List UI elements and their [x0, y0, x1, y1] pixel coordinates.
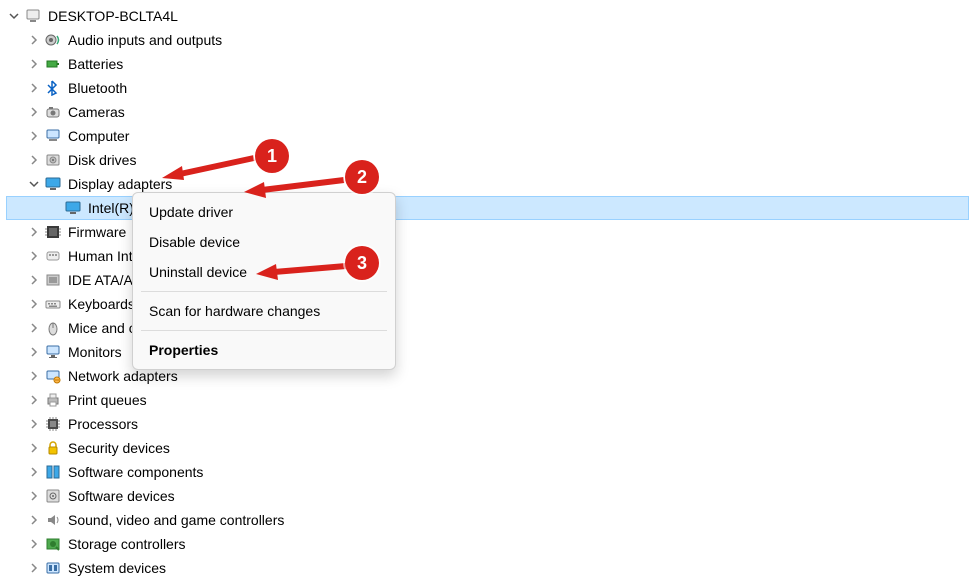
chevron-down-icon[interactable]	[26, 176, 42, 192]
computer-icon	[44, 127, 62, 145]
tree-root-label: DESKTOP-BCLTA4L	[46, 4, 178, 28]
context-menu-separator	[141, 330, 387, 331]
chevron-right-icon[interactable]	[26, 488, 42, 504]
chevron-right-icon[interactable]	[26, 536, 42, 552]
tree-item[interactable]: Storage controllers	[6, 532, 969, 556]
keyboard-icon	[44, 295, 62, 313]
annotation-arrow-2	[244, 172, 354, 196]
tree-item[interactable]: Software devices	[6, 484, 969, 508]
chevron-right-icon[interactable]	[26, 248, 42, 264]
chevron-right-icon[interactable]	[26, 320, 42, 336]
chevron-right-icon[interactable]	[26, 560, 42, 576]
tree-root-row[interactable]: DESKTOP-BCLTA4L	[6, 4, 969, 28]
tree-item-label: Disk drives	[66, 148, 136, 172]
printer-icon	[44, 391, 62, 409]
system-icon	[44, 559, 62, 576]
chevron-right-icon[interactable]	[26, 272, 42, 288]
computer-icon	[24, 7, 42, 25]
chevron-right-icon[interactable]	[26, 80, 42, 96]
tree-item-label: System devices	[66, 556, 166, 576]
chevron-right-icon[interactable]	[26, 32, 42, 48]
tree-item[interactable]: Security devices	[6, 436, 969, 460]
chevron-right-icon[interactable]	[26, 440, 42, 456]
tree-item[interactable]: Processors	[6, 412, 969, 436]
display-icon	[64, 199, 82, 217]
network-icon	[44, 367, 62, 385]
tree-item-label: Sound, video and game controllers	[66, 508, 284, 532]
tree-item[interactable]: Cameras	[6, 100, 969, 124]
tree-item-label: Batteries	[66, 52, 123, 76]
context-menu-item[interactable]: Properties	[133, 335, 395, 365]
chevron-right-icon[interactable]	[26, 152, 42, 168]
cpu-icon	[44, 415, 62, 433]
tree-item[interactable]: Batteries	[6, 52, 969, 76]
hid-icon	[44, 247, 62, 265]
device-manager-tree: DESKTOP-BCLTA4L Audio inputs and outputs…	[0, 0, 969, 576]
ide-icon	[44, 271, 62, 289]
disk-icon	[44, 151, 62, 169]
chevron-right-icon[interactable]	[26, 512, 42, 528]
swcomp-icon	[44, 463, 62, 481]
tree-item[interactable]: System devices	[6, 556, 969, 576]
annotation-badge-3: 3	[345, 246, 379, 280]
chevron-right-icon[interactable]	[26, 224, 42, 240]
monitor-icon	[44, 343, 62, 361]
context-menu-separator	[141, 291, 387, 292]
chevron-right-icon[interactable]	[26, 56, 42, 72]
tree-item-label: Print queues	[66, 388, 147, 412]
context-menu-item[interactable]: Update driver	[133, 197, 395, 227]
tree-item-label: Software components	[66, 460, 203, 484]
firmware-icon	[44, 223, 62, 241]
tree-item-label: Processors	[66, 412, 138, 436]
display-icon	[44, 175, 62, 193]
chevron-right-icon[interactable]	[26, 368, 42, 384]
annotation-badge-1: 1	[255, 139, 289, 173]
annotation-badge-2: 2	[345, 160, 379, 194]
context-menu-item[interactable]: Scan for hardware changes	[133, 296, 395, 326]
tree-item[interactable]: Print queues	[6, 388, 969, 412]
chevron-down-icon[interactable]	[6, 8, 22, 24]
chevron-right-icon[interactable]	[26, 128, 42, 144]
chevron-right-icon[interactable]	[26, 344, 42, 360]
tree-item-label: Monitors	[66, 340, 122, 364]
chevron-right-icon[interactable]	[26, 464, 42, 480]
battery-icon	[44, 55, 62, 73]
annotation-arrow-3	[256, 258, 356, 282]
chevron-right-icon[interactable]	[26, 392, 42, 408]
mouse-icon	[44, 319, 62, 337]
tree-item[interactable]: Computer	[6, 124, 969, 148]
tree-item-label: Bluetooth	[66, 76, 127, 100]
tree-item-label: Security devices	[66, 436, 170, 460]
tree-item[interactable]: Sound, video and game controllers	[6, 508, 969, 532]
swdev-icon	[44, 487, 62, 505]
chevron-right-icon[interactable]	[26, 104, 42, 120]
chevron-right-icon[interactable]	[26, 296, 42, 312]
tree-item-label: Storage controllers	[66, 532, 186, 556]
tree-item[interactable]: Bluetooth	[6, 76, 969, 100]
tree-item-label: Software devices	[66, 484, 175, 508]
tree-item[interactable]: Audio inputs and outputs	[6, 28, 969, 52]
tree-item-label: Cameras	[66, 100, 125, 124]
tree-item-label: Keyboards	[66, 292, 135, 316]
storage-icon	[44, 535, 62, 553]
tree-item[interactable]: Software components	[6, 460, 969, 484]
chevron-right-icon[interactable]	[26, 416, 42, 432]
bluetooth-icon	[44, 79, 62, 97]
camera-icon	[44, 103, 62, 121]
audio-icon	[44, 31, 62, 49]
tree-item-label: Firmware	[66, 220, 126, 244]
security-icon	[44, 439, 62, 457]
tree-item[interactable]: Disk drives	[6, 148, 969, 172]
tree-item-label: Audio inputs and outputs	[66, 28, 222, 52]
tree-item-label: Computer	[66, 124, 129, 148]
sound-icon	[44, 511, 62, 529]
